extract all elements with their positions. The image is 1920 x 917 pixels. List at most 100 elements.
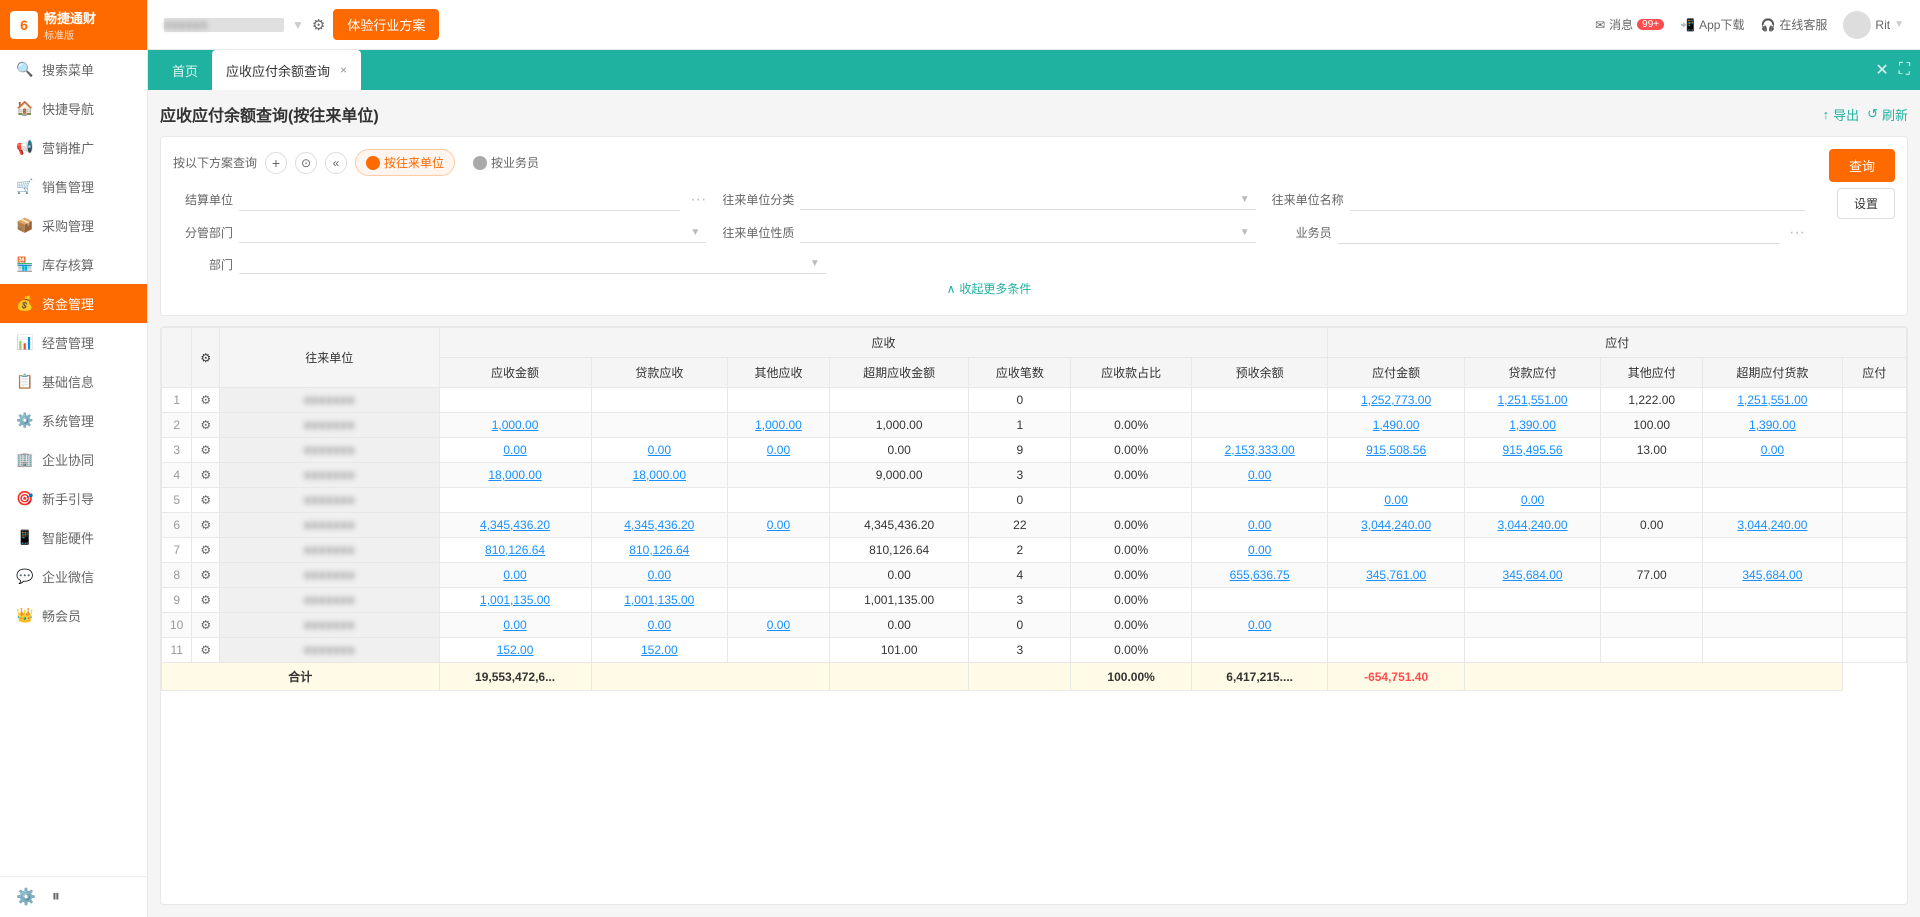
table-cell	[1328, 613, 1464, 638]
sidebar-item-enterprise[interactable]: 🏢 企业协同	[0, 440, 147, 479]
table-cell	[1703, 463, 1842, 488]
table-cell	[1071, 388, 1192, 413]
sidebar-item-newbie[interactable]: 🎯 新手引导	[0, 479, 147, 518]
scheme-salesman[interactable]: 按业务员	[463, 150, 549, 175]
salesman-input[interactable]	[1338, 221, 1779, 244]
user-avatar	[1843, 11, 1871, 39]
table-cell[interactable]: ⚙	[192, 638, 220, 663]
table-cell: 4	[969, 563, 1071, 588]
salesman-dots[interactable]: ···	[1789, 224, 1805, 242]
sidebar-item-inventory[interactable]: 🏪 库存核算	[0, 245, 147, 284]
tab-home[interactable]: 首页	[158, 50, 212, 90]
partner-nature-select[interactable]: ▼	[800, 223, 1255, 243]
sidebar-item-finance[interactable]: 💰 资金管理	[0, 284, 147, 323]
logo-icon: 6	[10, 11, 38, 39]
sidebar-item-smart-hw[interactable]: 📱 智能硬件	[0, 518, 147, 557]
table-cell: 4	[162, 463, 192, 488]
table-cell	[1703, 538, 1842, 563]
search-menu-icon: 🔍	[16, 61, 34, 79]
table-cell[interactable]: ⚙	[192, 563, 220, 588]
table-cell[interactable]: ⚙	[192, 613, 220, 638]
table-cell[interactable]: ⚙	[192, 538, 220, 563]
table-cell: 100.00	[1601, 413, 1703, 438]
dept-select[interactable]: ▼	[239, 254, 826, 274]
filter-target-btn[interactable]: ⊙	[295, 152, 317, 174]
enterprise-icon: 🏢	[16, 451, 34, 469]
service-icon: 🎧	[1760, 18, 1775, 32]
user-area[interactable]: Rit ▼	[1843, 11, 1904, 39]
sidebar-item-quick-nav[interactable]: 🏠 快捷导航	[0, 89, 147, 128]
sidebar-item-wechat[interactable]: 💬 企业微信	[0, 557, 147, 596]
partner-category-select[interactable]: ▼	[800, 190, 1255, 210]
table-cell: 0.00%	[1071, 538, 1192, 563]
gear-header-icon[interactable]: ⚙	[312, 16, 325, 34]
sidebar-item-label: 采购管理	[42, 216, 94, 235]
export-btn[interactable]: ↑ 导出	[1823, 105, 1860, 124]
table-cell[interactable]: ⚙	[192, 438, 220, 463]
sidebar-item-purchase[interactable]: 📦 采购管理	[0, 206, 147, 245]
table-cell: 915,508.56	[1328, 438, 1464, 463]
sidebar-item-system[interactable]: ⚙️ 系统管理	[0, 401, 147, 440]
sidebar-item-sales[interactable]: 🛒 销售管理	[0, 167, 147, 206]
footer-empty3	[969, 663, 1071, 691]
th-settings[interactable]: ⚙	[192, 328, 220, 388]
filter-add-btn[interactable]: +	[265, 152, 287, 174]
sidebar-item-label: 智能硬件	[42, 528, 94, 547]
table-cell: 0.00	[591, 613, 727, 638]
table-cell: 77.00	[1601, 563, 1703, 588]
dept-manager-select[interactable]: ▼	[239, 223, 706, 243]
table-cell	[1842, 588, 1906, 613]
sidebar-item-operations[interactable]: 📊 经营管理	[0, 323, 147, 362]
tab-current[interactable]: 应收应付余额查询 ×	[212, 50, 361, 90]
sidebar-item-search-menu[interactable]: 🔍 搜索菜单	[0, 50, 147, 89]
table-cell	[1191, 638, 1327, 663]
table-cell: 0.00%	[1071, 588, 1192, 613]
sidebar-item-marketing[interactable]: 📢 营销推广	[0, 128, 147, 167]
sidebar-item-member[interactable]: 👑 畅会员	[0, 596, 147, 635]
table-cell[interactable]: ⚙	[192, 388, 220, 413]
tab-close-window-icon[interactable]: ✕	[1875, 60, 1888, 80]
tab-expand-icon[interactable]: ⛶	[1899, 61, 1910, 79]
partner-name-input[interactable]	[1350, 188, 1805, 211]
settlement-unit-label: 结算单位	[173, 191, 233, 208]
table-cell	[1191, 388, 1327, 413]
system-icon: ⚙️	[16, 412, 34, 430]
table-cell	[439, 488, 591, 513]
query-btn[interactable]: 查询	[1829, 149, 1895, 182]
table-cell[interactable]: ⚙	[192, 513, 220, 538]
setting-btn[interactable]: 设置	[1837, 188, 1895, 219]
table-cell[interactable]: ⚙	[192, 463, 220, 488]
table-cell	[591, 388, 727, 413]
partner-name-label: 往来单位名称	[1272, 191, 1344, 208]
refresh-btn[interactable]: ↺ 刷新	[1867, 105, 1908, 124]
online-service-btn[interactable]: 🎧 在线客服	[1760, 16, 1827, 33]
table-cell[interactable]: ⚙	[192, 488, 220, 513]
sidebar-item-basic-info[interactable]: 📋 基础信息	[0, 362, 147, 401]
app-download-btn[interactable]: 📲 App下载	[1680, 16, 1744, 33]
table-cell[interactable]: ⚙	[192, 588, 220, 613]
partner-nature-label: 往来单位性质	[722, 224, 794, 241]
table-cell	[1191, 413, 1327, 438]
table-cell: 4,345,436.20	[439, 513, 591, 538]
tab-close-icon[interactable]: ×	[340, 63, 347, 77]
scheme-partner[interactable]: 按往来单位	[355, 149, 455, 176]
trial-btn[interactable]: 体验行业方案	[333, 9, 439, 40]
table-cell: 0	[969, 488, 1071, 513]
settlement-unit-dots[interactable]: ···	[690, 191, 706, 209]
messages-btn[interactable]: ✉ 消息 99+	[1595, 16, 1664, 33]
table-cell	[1464, 588, 1600, 613]
finance-icon: 💰	[16, 295, 34, 313]
table-cell: 1	[162, 388, 192, 413]
settlement-unit-input[interactable]	[239, 188, 680, 211]
table-row: 6⚙■■■■■■■4,345,436.204,345,436.200.004,3…	[162, 513, 1907, 538]
footer-prepaid-balance: 6,417,215....	[1191, 663, 1327, 691]
tab-current-label: 应收应付余额查询	[226, 61, 330, 80]
table-cell[interactable]: ⚙	[192, 413, 220, 438]
sidebar-settings-icon[interactable]: ⚙️	[16, 887, 36, 907]
collapse-btn[interactable]: ∧ 收起更多条件	[173, 274, 1805, 303]
field-dept: 部门 ▼	[173, 254, 826, 274]
sidebar-collapse-icon[interactable]: ⏸	[52, 888, 60, 906]
table-cell: 0.00	[1703, 438, 1842, 463]
filter-back-btn[interactable]: «	[325, 152, 347, 174]
table-cell: 1,001,135.00	[829, 588, 968, 613]
